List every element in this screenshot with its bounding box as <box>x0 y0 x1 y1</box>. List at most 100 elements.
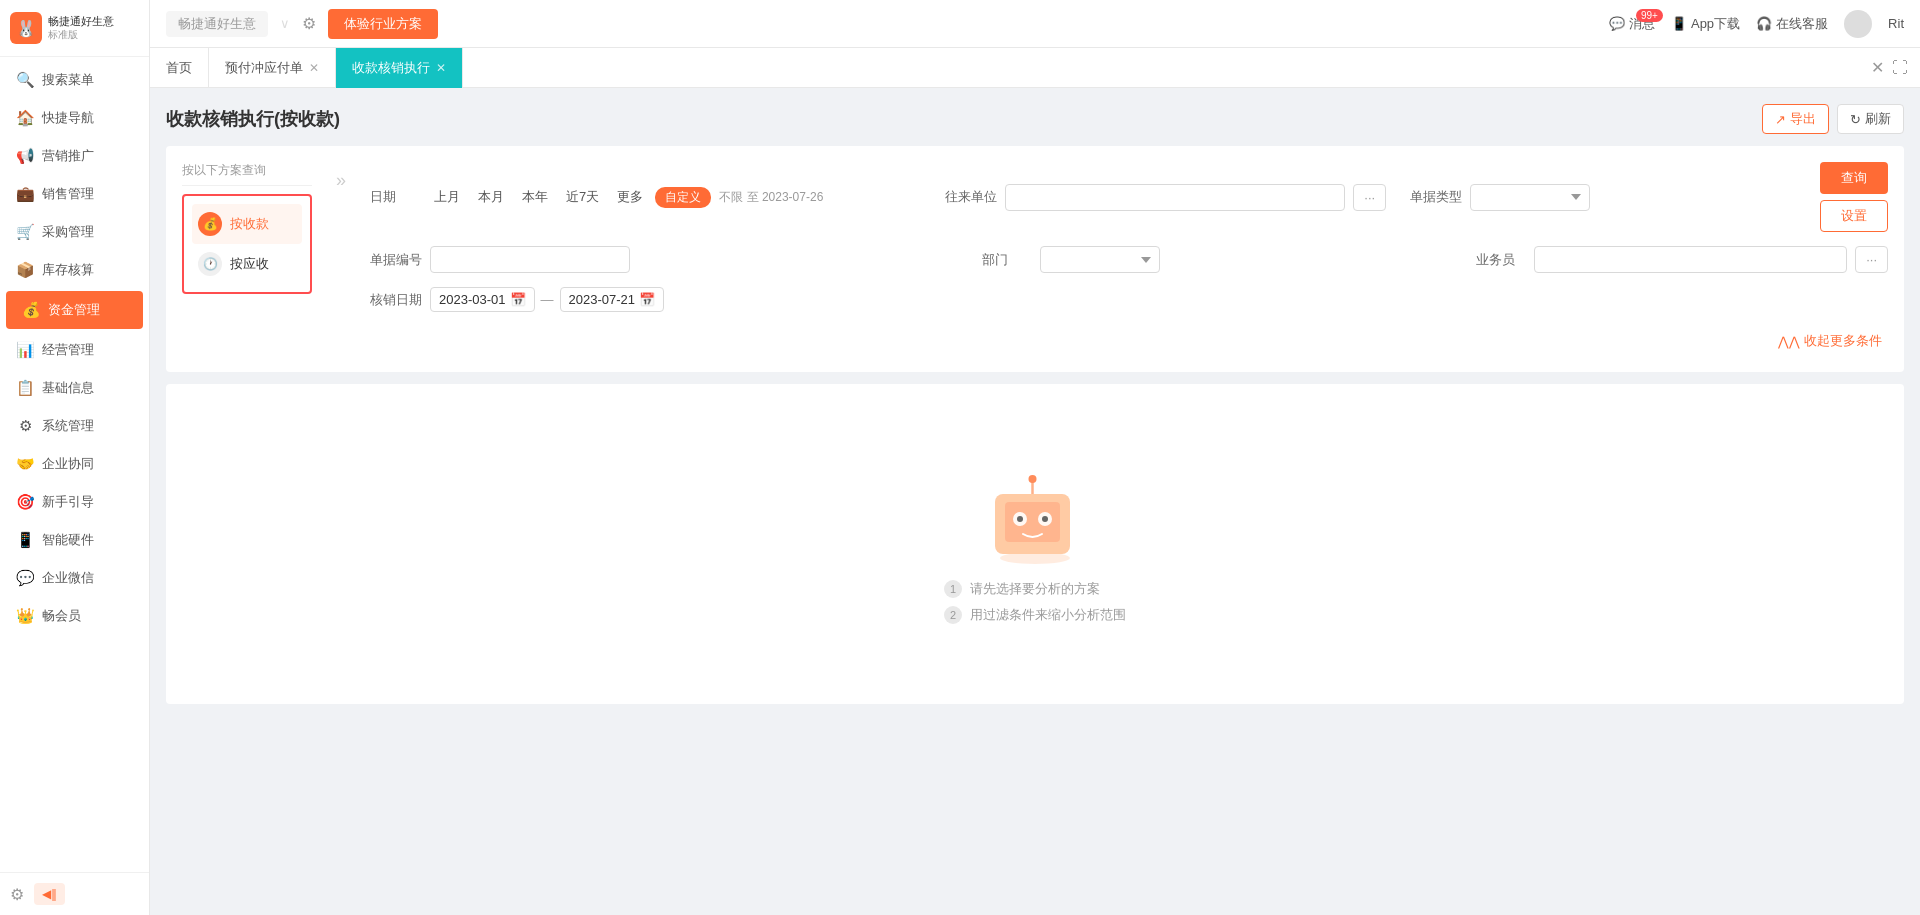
refresh-icon: ↻ <box>1850 112 1861 127</box>
sidebar-gear-button[interactable]: ⚙ <box>10 885 24 904</box>
date-7days[interactable]: 近7天 <box>560 186 605 208</box>
sidebar-icon-快捷导航: 🏠 <box>16 109 34 127</box>
sidebar-label-快捷导航: 快捷导航 <box>42 109 94 127</box>
sidebar-item-库存核算[interactable]: 📦 库存核算 <box>0 251 149 289</box>
voucher-no-input[interactable] <box>430 246 630 273</box>
empty-state: 1 请先选择要分析的方案 2 用过滤条件来缩小分析范围 <box>166 384 1904 704</box>
sidebar-item-快捷导航[interactable]: 🏠 快捷导航 <box>0 99 149 137</box>
empty-hints: 1 请先选择要分析的方案 2 用过滤条件来缩小分析范围 <box>944 580 1126 624</box>
message-button[interactable]: 💬 消息 99+ <box>1609 15 1655 33</box>
filter-sidebar-label: 按以下方案查询 <box>182 162 312 186</box>
page-header: 收款核销执行(按收款) ↗ 导出 ↻ 刷新 <box>166 104 1904 134</box>
hint-num-2: 2 <box>944 606 962 624</box>
tab-fullscreen-icon[interactable]: ⛶ <box>1892 59 1908 77</box>
collapse-row: ⋀⋀ 收起更多条件 <box>370 326 1888 356</box>
sidebar-label-库存核算: 库存核算 <box>42 261 94 279</box>
tab-close-prepay[interactable]: ✕ <box>309 61 319 75</box>
filter-by-receivable[interactable]: 🕐 按应收 <box>192 244 302 284</box>
staff-ellipsis[interactable]: ··· <box>1855 246 1888 273</box>
filter-collapse-arrow[interactable]: » <box>328 170 354 191</box>
staff-field: 业务员 ··· <box>1476 246 1888 273</box>
date-this-month[interactable]: 本月 <box>472 186 510 208</box>
sidebar-icon-搜索菜单: 🔍 <box>16 71 34 89</box>
sidebar: 🐰 畅捷通好生意 标准版 🔍 搜索菜单🏠 快捷导航📢 营销推广💼 销售管理🛒 采… <box>0 0 150 915</box>
voucher-no-field: 单据编号 <box>370 246 958 273</box>
sidebar-label-经营管理: 经营管理 <box>42 341 94 359</box>
hint-num-1: 1 <box>944 580 962 598</box>
empty-illustration <box>975 464 1095 564</box>
sidebar-icon-销售管理: 💼 <box>16 185 34 203</box>
tab-writeoff[interactable]: 收款核销执行 ✕ <box>336 48 463 88</box>
sidebar-item-基础信息[interactable]: 📋 基础信息 <box>0 369 149 407</box>
industry-button[interactable]: 体验行业方案 <box>328 9 438 39</box>
tab-home[interactable]: 首页 <box>150 48 209 88</box>
collapse-more-button[interactable]: ⋀⋀ 收起更多条件 <box>1772 326 1888 356</box>
writeoff-to-field[interactable]: 2023-07-21 📅 <box>560 287 665 312</box>
topbar-right: 💬 消息 99+ 📱 App下载 🎧 在线客服 Rit <box>1609 10 1904 38</box>
sidebar-item-经营管理[interactable]: 📊 经营管理 <box>0 331 149 369</box>
right-action-buttons: 查询 设置 <box>1820 162 1888 232</box>
query-button[interactable]: 查询 <box>1820 162 1888 194</box>
sidebar-item-智能硬件[interactable]: 📱 智能硬件 <box>0 521 149 559</box>
sidebar-label-企业微信: 企业微信 <box>42 569 94 587</box>
date-last-month[interactable]: 上月 <box>428 186 466 208</box>
sidebar-item-企业微信[interactable]: 💬 企业微信 <box>0 559 149 597</box>
filter-row-3: 核销日期 2023-03-01 📅 — 2023-07-21 📅 <box>370 287 1888 312</box>
user-name: Rit <box>1888 16 1904 31</box>
page-content: 收款核销执行(按收款) ↗ 导出 ↻ 刷新 按以下方案查询 💰 <box>150 88 1920 915</box>
writeoff-from-field[interactable]: 2023-03-01 📅 <box>430 287 535 312</box>
filter-row-1: 日期 上月 本月 本年 近7天 更多 自定义 不限 至 2023-07-26 往… <box>370 162 1888 232</box>
filter-row-2: 单据编号 部门 业务员 ··· <box>370 246 1888 273</box>
sidebar-icon-新手引导: 🎯 <box>16 493 34 511</box>
sidebar-label-智能硬件: 智能硬件 <box>42 531 94 549</box>
sidebar-item-采购管理[interactable]: 🛒 采购管理 <box>0 213 149 251</box>
filter-by-receipt[interactable]: 💰 按收款 <box>192 204 302 244</box>
filter-form: 日期 上月 本月 本年 近7天 更多 自定义 不限 至 2023-07-26 往… <box>370 162 1888 356</box>
sidebar-item-销售管理[interactable]: 💼 销售管理 <box>0 175 149 213</box>
tab-close-writeoff[interactable]: ✕ <box>436 61 446 75</box>
date-custom[interactable]: 自定义 <box>655 187 711 208</box>
settings-button[interactable]: 设置 <box>1820 200 1888 232</box>
sidebar-icon-基础信息: 📋 <box>16 379 34 397</box>
voucher-type-select[interactable] <box>1470 184 1590 211</box>
dept-select[interactable] <box>1040 246 1160 273</box>
brand-name: 畅捷通好生意 <box>178 15 256 33</box>
tab-close-all-icon[interactable]: ✕ <box>1871 58 1884 77</box>
partner-field: 往来单位 ··· <box>945 184 1386 211</box>
sidebar-item-畅会员[interactable]: 👑 畅会员 <box>0 597 149 635</box>
message-icon: 💬 <box>1609 16 1625 31</box>
sidebar-label-企业协同: 企业协同 <box>42 455 94 473</box>
sidebar-item-新手引导[interactable]: 🎯 新手引导 <box>0 483 149 521</box>
export-button[interactable]: ↗ 导出 <box>1762 104 1829 134</box>
page-actions: ↗ 导出 ↻ 刷新 <box>1762 104 1904 134</box>
voucher-type-label: 单据类型 <box>1410 188 1462 206</box>
sidebar-menu: 🔍 搜索菜单🏠 快捷导航📢 营销推广💼 销售管理🛒 采购管理📦 库存核算💰 资金… <box>0 57 149 872</box>
content-area: 1 请先选择要分析的方案 2 用过滤条件来缩小分析范围 <box>166 384 1904 704</box>
sidebar-label-资金管理: 资金管理 <box>48 301 100 319</box>
partner-input[interactable] <box>1005 184 1345 211</box>
sidebar-collapse-button[interactable]: ◀‖ <box>34 883 65 905</box>
refresh-button[interactable]: ↻ 刷新 <box>1837 104 1904 134</box>
sidebar-label-畅会员: 畅会员 <box>42 607 81 625</box>
sidebar-item-营销推广[interactable]: 📢 营销推广 <box>0 137 149 175</box>
sidebar-icon-企业协同: 🤝 <box>16 455 34 473</box>
app-download-button[interactable]: 📱 App下载 <box>1671 15 1740 33</box>
topbar-divider: ∨ <box>280 16 290 31</box>
sidebar-label-系统管理: 系统管理 <box>42 417 94 435</box>
sidebar-item-资金管理[interactable]: 💰 资金管理 <box>6 291 143 329</box>
online-service-button[interactable]: 🎧 在线客服 <box>1756 15 1828 33</box>
sidebar-label-基础信息: 基础信息 <box>42 379 94 397</box>
topbar-gear-icon[interactable]: ⚙ <box>302 14 316 33</box>
receivable-icon: 🕐 <box>198 252 222 276</box>
partner-ellipsis[interactable]: ··· <box>1353 184 1386 211</box>
sidebar-item-企业协同[interactable]: 🤝 企业协同 <box>0 445 149 483</box>
staff-input[interactable] <box>1534 246 1847 273</box>
date-this-year[interactable]: 本年 <box>516 186 554 208</box>
date-more[interactable]: 更多 <box>611 186 649 208</box>
sidebar-item-系统管理[interactable]: ⚙ 系统管理 <box>0 407 149 445</box>
sidebar-item-搜索菜单[interactable]: 🔍 搜索菜单 <box>0 61 149 99</box>
svg-point-5 <box>1017 516 1023 522</box>
sidebar-label-营销推广: 营销推广 <box>42 147 94 165</box>
date-field: 日期 上月 本月 本年 近7天 更多 自定义 不限 至 2023-07-26 <box>370 186 921 208</box>
tab-prepay[interactable]: 预付冲应付单 ✕ <box>209 48 336 88</box>
